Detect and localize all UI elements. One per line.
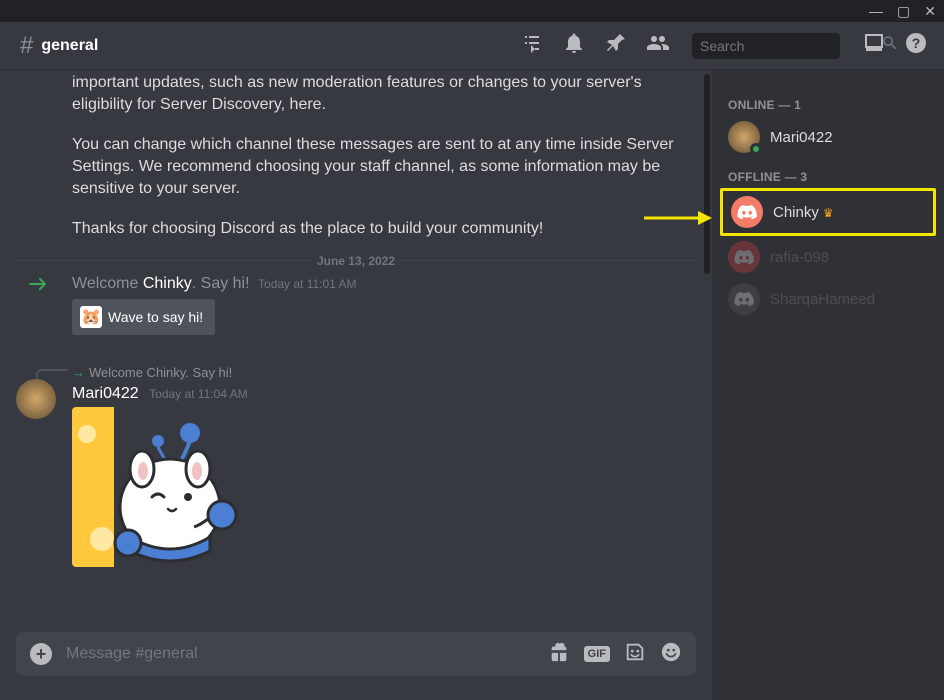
reply-arrow-icon: → bbox=[72, 365, 85, 380]
system-intro-message: important updates, such as new moderatio… bbox=[0, 70, 712, 242]
avatar bbox=[731, 196, 763, 228]
wave-button[interactable]: 🐹 Wave to say hi! bbox=[72, 299, 215, 335]
inbox-icon[interactable] bbox=[862, 31, 886, 60]
status-online-icon bbox=[750, 143, 762, 155]
member-name: SharqaHameed bbox=[770, 291, 875, 308]
welcome-system-message: Welcome Chinky. Say hi! Today at 11:01 A… bbox=[0, 267, 712, 343]
intro-text-3: Thanks for choosing Discord as the place… bbox=[72, 218, 696, 240]
wave-sticker[interactable] bbox=[72, 407, 242, 567]
member-row-sharqahameed[interactable]: SharqaHameed bbox=[720, 278, 936, 320]
user-message: → Welcome Chinky. Say hi! Mari0422 Today… bbox=[0, 355, 712, 575]
notifications-icon[interactable] bbox=[562, 31, 586, 60]
avatar[interactable] bbox=[16, 379, 56, 419]
welcome-time: Today at 11:01 AM bbox=[258, 277, 357, 291]
channel-name: general bbox=[41, 37, 98, 55]
close-button[interactable]: ✕ bbox=[924, 3, 936, 20]
date-label: June 13, 2022 bbox=[311, 254, 401, 268]
avatar bbox=[728, 283, 760, 315]
message-input[interactable] bbox=[66, 645, 534, 663]
member-list-icon[interactable] bbox=[646, 31, 670, 60]
chat-input-area: + GIF bbox=[0, 632, 712, 700]
reply-context[interactable]: → Welcome Chinky. Say hi! bbox=[36, 363, 696, 381]
server-owner-crown-icon: ♛ bbox=[823, 206, 834, 220]
emoji-icon[interactable] bbox=[660, 641, 682, 668]
channel-header: # general ? bbox=[0, 22, 944, 70]
wumpus-wave-icon: 🐹 bbox=[80, 306, 102, 328]
minimize-button[interactable]: — bbox=[869, 3, 883, 19]
avatar bbox=[728, 121, 760, 153]
member-name: Chinky♛ bbox=[773, 204, 834, 221]
message-time: Today at 11:04 AM bbox=[149, 387, 248, 401]
member-name: Mari0422 bbox=[770, 129, 833, 146]
chat-column: important updates, such as new moderatio… bbox=[0, 70, 712, 700]
gif-button[interactable]: GIF bbox=[584, 646, 610, 662]
help-icon[interactable]: ? bbox=[904, 31, 928, 60]
member-row-rafia098[interactable]: rafia-098 bbox=[720, 236, 936, 278]
pinned-icon[interactable] bbox=[604, 31, 628, 60]
gift-icon[interactable] bbox=[548, 641, 570, 668]
attach-button[interactable]: + bbox=[30, 643, 52, 665]
message-list[interactable]: important updates, such as new moderatio… bbox=[0, 70, 712, 632]
member-name: rafia-098 bbox=[770, 249, 829, 266]
member-row-mari0422[interactable]: Mari0422 bbox=[720, 116, 936, 158]
member-list-panel: ONLINE — 1 Mari0422 OFFLINE — 3 Chinky♛ … bbox=[712, 70, 944, 700]
avatar bbox=[728, 241, 760, 273]
offline-label: OFFLINE — 3 bbox=[720, 158, 936, 188]
sticker-icon[interactable] bbox=[624, 641, 646, 668]
online-label: ONLINE — 1 bbox=[720, 86, 936, 116]
member-row-chinky[interactable]: Chinky♛ bbox=[720, 188, 936, 236]
search-input[interactable] bbox=[700, 38, 881, 54]
threads-icon[interactable] bbox=[520, 31, 544, 60]
message-author[interactable]: Mari0422 bbox=[72, 385, 139, 402]
intro-text-1: important updates, such as new moderatio… bbox=[72, 72, 696, 116]
search-box[interactable] bbox=[692, 33, 840, 59]
maximize-button[interactable]: ▢ bbox=[897, 3, 910, 20]
reply-text: Welcome Chinky. Say hi! bbox=[89, 365, 232, 380]
join-arrow-icon bbox=[28, 277, 48, 296]
welcome-username[interactable]: Chinky bbox=[143, 275, 192, 292]
chat-input[interactable]: + GIF bbox=[16, 632, 696, 676]
hash-icon: # bbox=[20, 32, 33, 60]
svg-text:?: ? bbox=[912, 35, 921, 51]
intro-text-2: You can change which channel these messa… bbox=[72, 134, 696, 200]
date-divider: June 13, 2022 bbox=[16, 260, 696, 261]
window-titlebar: — ▢ ✕ bbox=[0, 0, 944, 22]
